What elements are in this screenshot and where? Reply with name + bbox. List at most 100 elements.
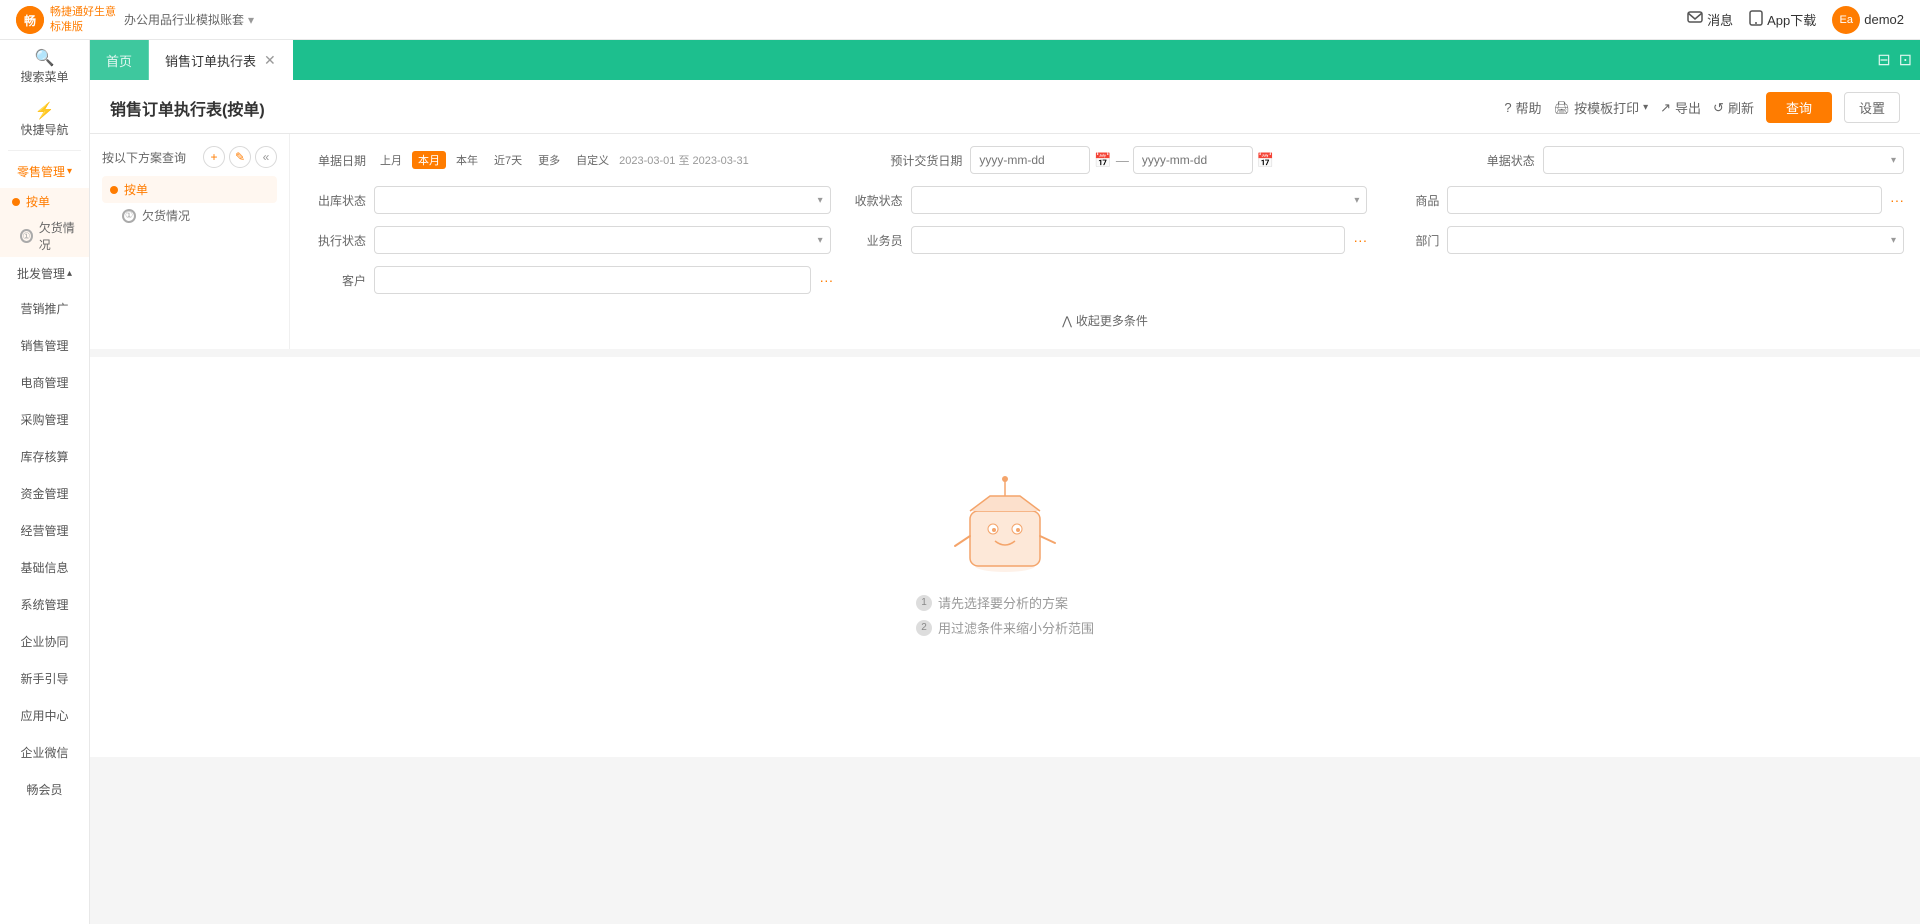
exec-status-label: 执行状态 <box>306 232 366 249</box>
collapse-panel-btn[interactable]: « <box>255 146 277 168</box>
print-btn[interactable]: 🖨 按模板打印 ▾ <box>1554 98 1649 117</box>
scheme-dot <box>110 186 118 194</box>
sidebar-item-appstore[interactable]: 应用中心 <box>0 697 89 734</box>
tab-home[interactable]: 首页 <box>90 40 149 80</box>
breadcrumb-arrow: ▾ <box>248 13 254 27</box>
header-right: 消息 App下载 Ea demo2 <box>1687 6 1904 34</box>
home-tab-label: 首页 <box>106 51 132 70</box>
sidebar-item-enterprise[interactable]: 企业协同 <box>0 623 89 660</box>
sidebar-item-basic[interactable]: 基础信息 <box>0 549 89 586</box>
out-status-select[interactable] <box>374 186 831 214</box>
sidebar-item-marketing[interactable]: 营销推广 <box>0 290 89 327</box>
tab-maximize-btn[interactable]: ⊡ <box>1899 50 1912 70</box>
retail-arrow: ▾ <box>67 166 72 177</box>
top-header: 畅 畅捷通好生意 标准版 办公用品行业模拟账套 ▾ 消息 App下载 Ea <box>0 0 1920 40</box>
search-label: 搜索菜单 <box>4 68 85 85</box>
collect-status-select[interactable] <box>911 186 1368 214</box>
tab-minimize-btn[interactable]: ⊟ <box>1877 50 1890 70</box>
sidebar-item-retail[interactable]: 零售管理 ▾ <box>0 155 89 188</box>
system-label: 系统管理 <box>20 598 68 612</box>
edit-scheme-btn[interactable]: ✎ <box>229 146 251 168</box>
avatar: Ea <box>1832 6 1860 34</box>
empty-tips: 1 请先选择要分析的方案 2 用过滤条件来缩小分析范围 <box>916 593 1094 643</box>
enterprise-label: 企业协同 <box>20 635 68 649</box>
data-area: 1 请先选择要分析的方案 2 用过滤条件来缩小分析范围 <box>90 357 1920 757</box>
filter-row-1: 单据日期 上月 本月 本年 近7天 更多 自定义 2023-03-01 至 20… <box>306 146 1904 174</box>
sidebar-item-sales[interactable]: 销售管理 <box>0 327 89 364</box>
forecast-date-from[interactable] <box>970 146 1090 174</box>
collapse-more-btn[interactable]: ⋀ 收起更多条件 <box>306 306 1904 337</box>
sidebar-item-finance[interactable]: 资金管理 <box>0 475 89 512</box>
logo-area: 畅 畅捷通好生意 标准版 <box>16 5 116 34</box>
cal-icon-from[interactable]: 📅 <box>1094 152 1111 169</box>
marketing-label: 营销推广 <box>20 302 68 316</box>
sidebar-item-wechat[interactable]: 企业微信 <box>0 734 89 771</box>
scheme-sub-debt[interactable]: ① 欠货情况 <box>102 203 277 228</box>
doc-status-select[interactable] <box>1543 146 1904 174</box>
sidebar-search[interactable]: 🔍 搜索菜单 <box>0 40 89 93</box>
sidebar-item-operation[interactable]: 经营管理 <box>0 512 89 549</box>
customer-input[interactable] <box>374 266 811 294</box>
dept-field: 部门 ▾ <box>1379 226 1904 254</box>
date-range-display: 2023-03-01 至 2023-03-31 <box>619 152 749 168</box>
sidebar-sub-debt[interactable]: ① 欠货情况 <box>0 215 89 257</box>
message-btn[interactable]: 消息 <box>1687 10 1733 29</box>
inventory-label: 库存核算 <box>20 450 68 464</box>
query-button[interactable]: 查询 <box>1766 92 1832 123</box>
settings-button[interactable]: 设置 <box>1844 92 1900 123</box>
refresh-label: 刷新 <box>1728 98 1754 117</box>
doc-status-field: 单据状态 ▾ <box>1475 146 1904 174</box>
tab-sales-exec[interactable]: 销售订单执行表 ✕ <box>149 40 293 80</box>
sidebar-item-wholesale[interactable]: 批发管理 ▴ <box>0 257 89 290</box>
collapse-chevron-icon: ⋀ <box>1062 314 1072 328</box>
salesman-ellipsis[interactable]: ··· <box>1353 232 1367 248</box>
date-tag-this-year[interactable]: 本年 <box>450 151 484 169</box>
app-download-btn[interactable]: App下载 <box>1749 10 1816 29</box>
dept-select-wrapper: ▾ <box>1447 226 1904 254</box>
sidebar-item-ecommerce[interactable]: 电商管理 <box>0 364 89 401</box>
goods-input[interactable] <box>1447 186 1882 214</box>
filter-left-panel: 按以下方案查询 + ✎ « <box>90 134 290 349</box>
page-content: 销售订单执行表(按单) ? 帮助 🖨 按模板打印 ▾ ↗ <box>90 80 1920 924</box>
help-btn[interactable]: ? 帮助 <box>1504 98 1541 117</box>
page-actions: ? 帮助 🖨 按模板打印 ▾ ↗ 导出 ↺ <box>1504 92 1900 123</box>
print-arrow: ▾ <box>1643 102 1648 113</box>
out-status-select-wrapper: ▾ <box>374 186 831 214</box>
customer-ellipsis[interactable]: ··· <box>819 272 833 288</box>
user-area[interactable]: Ea demo2 <box>1832 6 1904 34</box>
dept-select[interactable] <box>1447 226 1904 254</box>
sidebar-item-member[interactable]: 畅会员 <box>0 771 89 808</box>
sidebar-sub-order[interactable]: 按单 <box>0 188 89 215</box>
exec-status-select[interactable] <box>374 226 831 254</box>
date-tag-last-month[interactable]: 上月 <box>374 151 408 169</box>
date-tag-custom[interactable]: 自定义 <box>570 151 615 169</box>
ecommerce-label: 电商管理 <box>20 376 68 390</box>
sidebar-item-purchase[interactable]: 采购管理 <box>0 401 89 438</box>
cal-icon-to[interactable]: 📅 <box>1257 152 1274 169</box>
empty-state: 1 请先选择要分析的方案 2 用过滤条件来缩小分析范围 <box>916 471 1094 643</box>
exec-status-select-wrapper: ▾ <box>374 226 831 254</box>
sidebar-item-system[interactable]: 系统管理 <box>0 586 89 623</box>
sidebar-quick-nav[interactable]: ⚡ 快捷导航 <box>0 93 89 146</box>
retail-label: 零售管理 <box>17 163 65 180</box>
export-btn[interactable]: ↗ 导出 <box>1660 98 1701 117</box>
goods-ellipsis[interactable]: ··· <box>1890 192 1904 208</box>
tip-text-2: 用过滤条件来缩小分析范围 <box>938 618 1094 637</box>
refresh-btn[interactable]: ↺ 刷新 <box>1713 98 1754 117</box>
forecast-date-to[interactable] <box>1133 146 1253 174</box>
sidebar-item-inventory[interactable]: 库存核算 <box>0 438 89 475</box>
app-download-label: App下载 <box>1767 10 1816 29</box>
salesman-input[interactable] <box>911 226 1346 254</box>
add-scheme-btn[interactable]: + <box>203 146 225 168</box>
export-label: 导出 <box>1675 98 1701 117</box>
date-tag-7days[interactable]: 近7天 <box>488 151 528 169</box>
tab-close-btn[interactable]: ✕ <box>264 52 276 69</box>
forecast-date-field: 预计交货日期 📅 — 📅 <box>890 146 1462 174</box>
date-tag-more[interactable]: 更多 <box>532 151 566 169</box>
scheme-item-order[interactable]: 按单 <box>102 176 277 203</box>
date-tag-this-month[interactable]: 本月 <box>412 151 446 169</box>
breadcrumb[interactable]: 办公用品行业模拟账套 ▾ <box>124 11 254 28</box>
edit-icon: ✎ <box>235 150 245 164</box>
collapse-more-label: 收起更多条件 <box>1076 312 1148 329</box>
sidebar-item-newguide[interactable]: 新手引导 <box>0 660 89 697</box>
